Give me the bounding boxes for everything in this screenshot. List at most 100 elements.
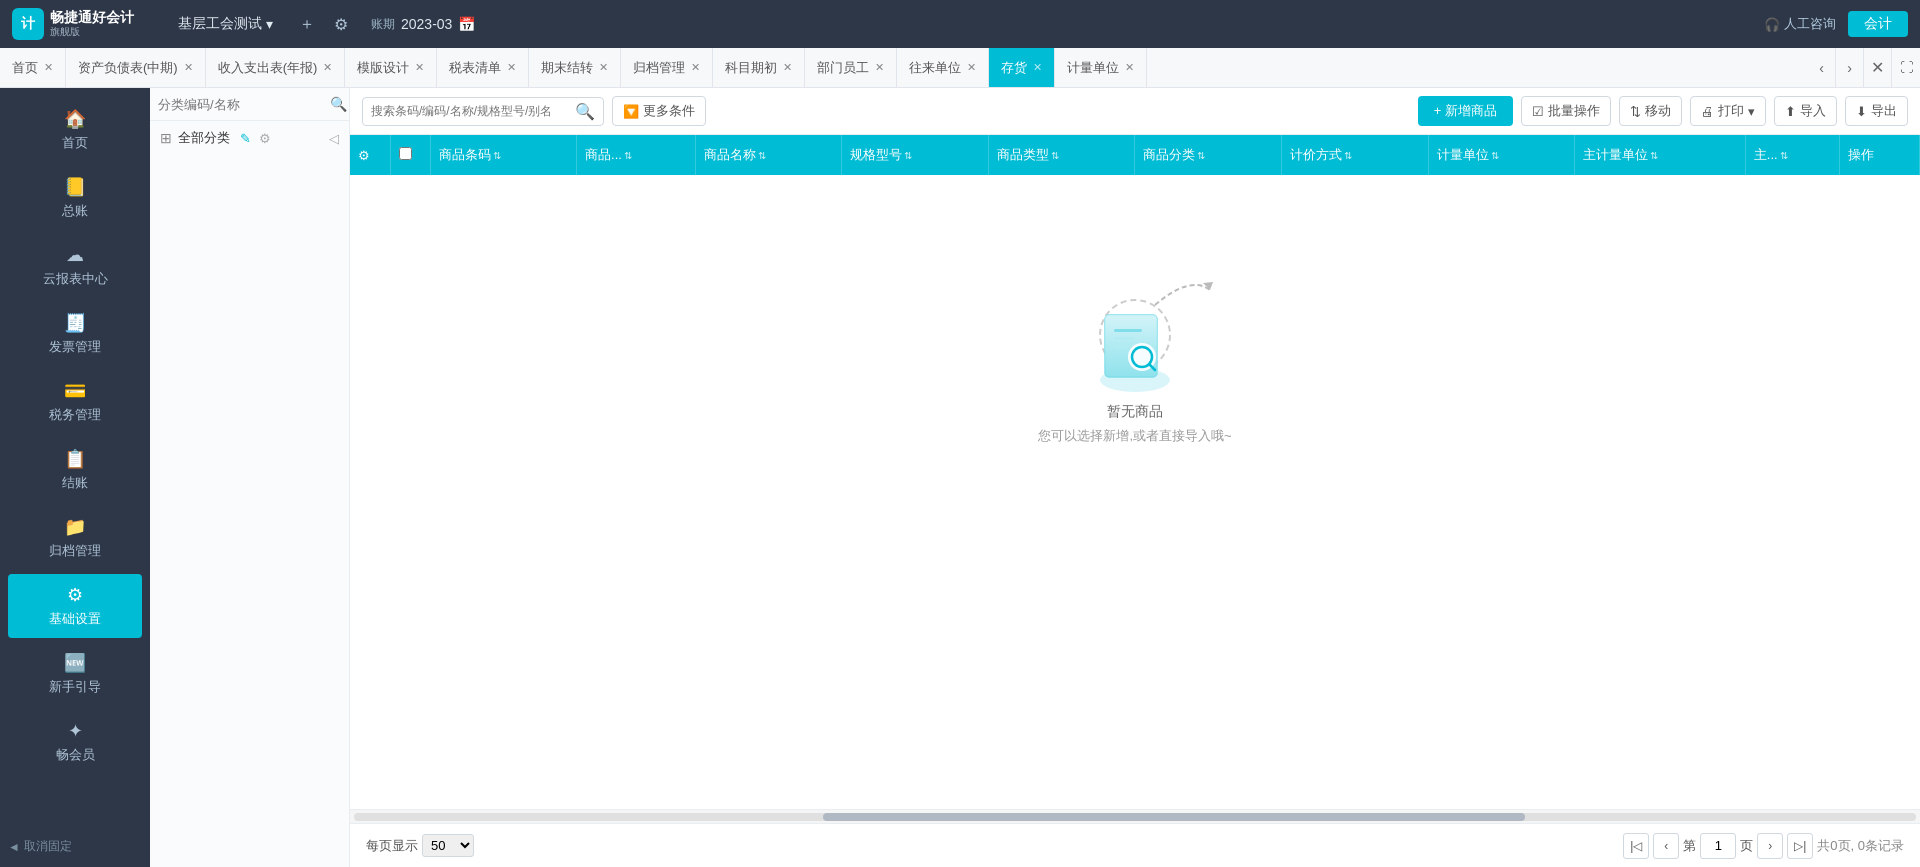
tab-unit[interactable]: 计量单位 ✕ [1055, 48, 1147, 87]
search-toolbar: 🔍 🔽 更多条件 + 新增商品 ☑ 批量操作 ⇅ 移 [350, 88, 1920, 135]
sidebar-pin-toggle[interactable]: ◄ 取消固定 [0, 826, 150, 867]
tab-partner[interactable]: 往来单位 ✕ [897, 48, 989, 87]
filter-button[interactable]: 🔽 更多条件 [612, 96, 706, 126]
tab-periodend-close[interactable]: ✕ [599, 61, 608, 74]
th-checkbox[interactable] [390, 135, 430, 175]
print-chevron: ▾ [1748, 104, 1755, 119]
th-price-method[interactable]: 计价方式⇅ [1281, 135, 1428, 175]
th-spec[interactable]: 规格型号⇅ [842, 135, 989, 175]
pagination-bar: 每页显示 50 10 20 100 |◁ ‹ 第 页 [350, 823, 1920, 867]
svg-rect-8 [1114, 329, 1142, 332]
tab-staff-close[interactable]: ✕ [875, 61, 884, 74]
tab-partner-close[interactable]: ✕ [967, 61, 976, 74]
th-settings[interactable]: ⚙ [350, 135, 390, 175]
basic-icon: ⚙ [67, 584, 83, 606]
tab-prev-button[interactable]: ‹ [1808, 48, 1836, 87]
page-next-button[interactable]: › [1757, 833, 1783, 859]
export-button[interactable]: ⬇ 导出 [1845, 96, 1908, 126]
calendar-icon[interactable]: 📅 [458, 16, 475, 32]
page-last-button[interactable]: ▷| [1787, 833, 1813, 859]
tab-inventory-close[interactable]: ✕ [1033, 61, 1042, 74]
category-search-icon[interactable]: 🔍 [330, 96, 347, 112]
tab-balance[interactable]: 资产负债表(中期) ✕ [66, 48, 206, 87]
sidebar-item-guide[interactable]: 🆕 新手引导 [8, 642, 142, 706]
category-search-input[interactable] [158, 97, 326, 112]
print-label: 打印 [1718, 102, 1744, 120]
move-button[interactable]: ⇅ 移动 [1619, 96, 1682, 126]
add-tab-button[interactable]: ＋ [293, 10, 321, 38]
category-edit-icon[interactable]: ✎ [240, 131, 251, 146]
import-button[interactable]: ⬆ 导入 [1774, 96, 1837, 126]
th-name[interactable]: 商品名称⇅ [695, 135, 842, 175]
tab-home[interactable]: 首页 ✕ [0, 48, 66, 87]
pin-icon: ◄ [8, 840, 20, 854]
batch-button[interactable]: ☑ 批量操作 [1521, 96, 1611, 126]
main-layout: 🏠 首页 📒 总账 ☁ 云报表中心 🧾 发票管理 💳 税务管理 📋 结账 📁 归… [0, 88, 1920, 867]
tab-subject-close[interactable]: ✕ [783, 61, 792, 74]
consulting-button[interactable]: 🎧 人工咨询 [1764, 15, 1836, 33]
th-main-unit[interactable]: 主计量单位⇅ [1575, 135, 1746, 175]
sidebar-item-home[interactable]: 🏠 首页 [8, 98, 142, 162]
org-selector[interactable]: 基层工会测试 ▾ [170, 11, 281, 37]
category-settings-icon[interactable]: ⚙ [259, 131, 271, 146]
th-type[interactable]: 商品类型⇅ [988, 135, 1135, 175]
tab-subject[interactable]: 科目期初 ✕ [713, 48, 805, 87]
page-word2: 页 [1740, 837, 1753, 855]
page-number-input[interactable] [1700, 833, 1736, 859]
horizontal-scrollbar[interactable] [350, 809, 1920, 823]
empty-doc-icon [1090, 305, 1180, 395]
tab-income[interactable]: 收入支出表(年报) ✕ [206, 48, 346, 87]
page-prev-button[interactable]: ‹ [1653, 833, 1679, 859]
sidebar-item-member[interactable]: ✦ 畅会员 [8, 710, 142, 774]
add-product-button[interactable]: + 新增商品 [1418, 96, 1513, 126]
tab-balance-label: 资产负债表(中期) [78, 59, 178, 77]
sidebar-item-tax[interactable]: 💳 税务管理 [8, 370, 142, 434]
tab-inventory[interactable]: 存货 ✕ [989, 48, 1055, 87]
page-size-dropdown[interactable]: 50 10 20 100 [422, 834, 474, 857]
th-category[interactable]: 商品分类⇅ [1135, 135, 1282, 175]
scrollbar-thumb[interactable] [823, 813, 1526, 821]
invoice-icon: 🧾 [64, 312, 86, 334]
category-all-header[interactable]: ⊞ 全部分类 ✎ ⚙ ◁ [150, 121, 349, 155]
th-code[interactable]: 商品...⇅ [577, 135, 695, 175]
product-search-icon[interactable]: 🔍 [575, 102, 595, 121]
tab-expand-button[interactable]: ⛶ [1892, 48, 1920, 87]
tab-income-close[interactable]: ✕ [323, 61, 332, 74]
tab-taxclear[interactable]: 税表清单 ✕ [437, 48, 529, 87]
sidebar-item-basic-label: 基础设置 [49, 610, 101, 628]
page-first-button[interactable]: |◁ [1623, 833, 1649, 859]
tab-home-close[interactable]: ✕ [44, 61, 53, 74]
sidebar-item-invoice[interactable]: 🧾 发票管理 [8, 302, 142, 366]
sidebar-item-basic[interactable]: ⚙ 基础设置 [8, 574, 142, 638]
tab-archive-close[interactable]: ✕ [691, 61, 700, 74]
tab-balance-close[interactable]: ✕ [184, 61, 193, 74]
tab-template-close[interactable]: ✕ [415, 61, 424, 74]
tab-next-button[interactable]: › [1836, 48, 1864, 87]
scrollbar-track[interactable] [354, 813, 1916, 821]
left-panel: 🔍 ⊞ 全部分类 ✎ ⚙ ◁ [150, 88, 350, 867]
th-col3[interactable]: 主...⇅ [1745, 135, 1839, 175]
tab-template[interactable]: 模版设计 ✕ [345, 48, 437, 87]
print-icon: 🖨 [1701, 104, 1714, 119]
th-barcode[interactable]: 商品条码⇅ [430, 135, 577, 175]
category-collapse-icon[interactable]: ◁ [329, 131, 339, 146]
tab-unit-close[interactable]: ✕ [1125, 61, 1134, 74]
product-search-input[interactable] [371, 104, 571, 118]
print-button[interactable]: 🖨 打印 ▾ [1690, 96, 1766, 126]
top-header: 计 畅捷通好会计 旗舰版 基层工会测试 ▾ ＋ ⚙ 账期 2023-03 📅 🎧… [0, 0, 1920, 48]
category-search-bar: 🔍 [150, 88, 349, 121]
tab-archive[interactable]: 归档管理 ✕ [621, 48, 713, 87]
sidebar-item-reports[interactable]: ☁ 云报表中心 [8, 234, 142, 298]
sidebar-item-archive[interactable]: 📁 归档管理 [8, 506, 142, 570]
sidebar-item-settle[interactable]: 📋 结账 [8, 438, 142, 502]
th-unit[interactable]: 计量单位⇅ [1428, 135, 1575, 175]
settings-button[interactable]: ⚙ [327, 10, 355, 38]
tab-staff[interactable]: 部门员工 ✕ [805, 48, 897, 87]
tab-close-all-button[interactable]: ✕ [1864, 48, 1892, 87]
tab-taxclear-close[interactable]: ✕ [507, 61, 516, 74]
sidebar-item-tax-label: 税务管理 [49, 406, 101, 424]
user-button[interactable]: 会计 [1848, 11, 1908, 37]
sidebar-item-ledger[interactable]: 📒 总账 [8, 166, 142, 230]
select-all-checkbox[interactable] [399, 147, 412, 160]
tab-periodend[interactable]: 期末结转 ✕ [529, 48, 621, 87]
